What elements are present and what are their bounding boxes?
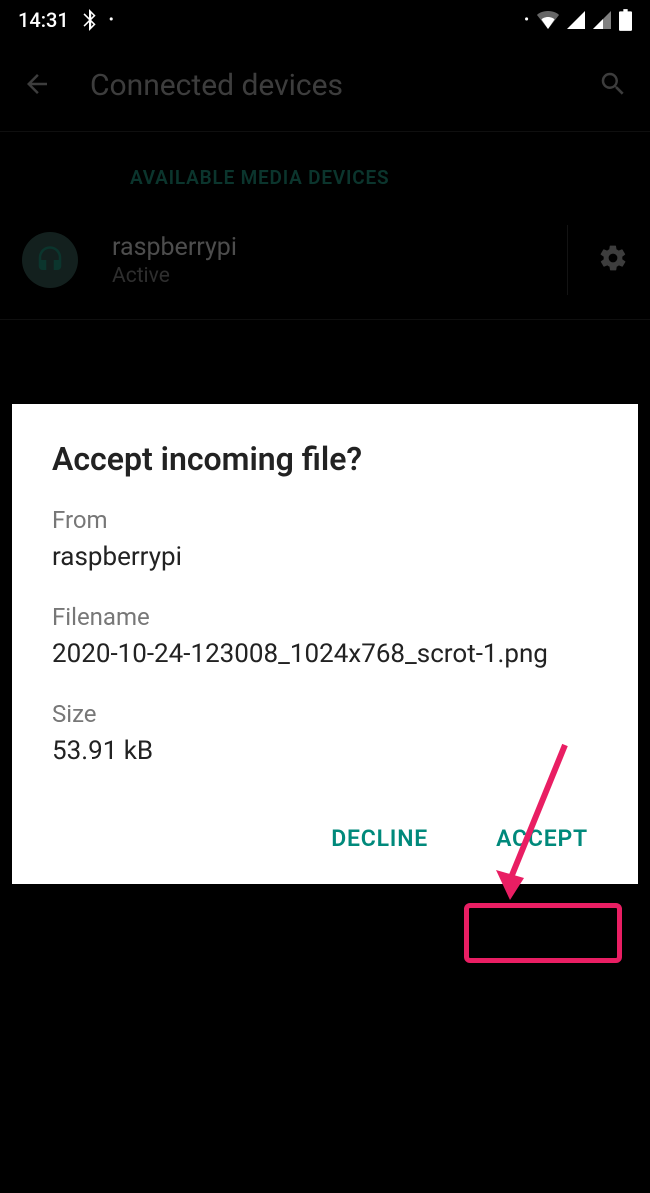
from-label: From <box>52 506 598 534</box>
annotation-highlight <box>464 903 622 963</box>
status-time: 14:31 <box>18 8 69 32</box>
divider <box>0 319 650 320</box>
bluetooth-icon <box>81 9 97 31</box>
size-label: Size <box>52 700 598 728</box>
accept-button[interactable]: ACCEPT <box>474 811 610 866</box>
size-value: 53.91 kB <box>52 734 598 769</box>
filename-label: Filename <box>52 603 598 631</box>
device-status: Active <box>112 264 537 288</box>
separator <box>567 225 568 295</box>
back-arrow-icon[interactable] <box>22 69 52 103</box>
page-title: Connected devices <box>90 68 598 103</box>
decline-button[interactable]: DECLINE <box>309 811 450 866</box>
incoming-file-dialog: Accept incoming file? From raspberrypi F… <box>12 404 638 884</box>
device-name: raspberrypi <box>112 233 537 262</box>
headset-icon <box>22 232 78 288</box>
dialog-title: Accept incoming file? <box>12 440 638 506</box>
device-row[interactable]: raspberrypi Active <box>0 209 650 319</box>
status-bar: 14:31 • • <box>0 0 650 40</box>
gear-icon[interactable] <box>598 243 628 277</box>
section-header: AVAILABLE MEDIA DEVICES <box>0 132 650 209</box>
dot-icon: • <box>524 12 529 28</box>
filename-value: 2020-10-24-123008_1024x768_scrot-1.png <box>52 637 598 672</box>
signal-icon <box>567 11 585 29</box>
battery-icon <box>619 9 632 31</box>
from-value: raspberrypi <box>52 540 598 575</box>
signal-icon-2 <box>593 11 611 29</box>
search-icon[interactable] <box>598 69 628 103</box>
wifi-icon <box>537 11 559 29</box>
app-header: Connected devices <box>0 40 650 131</box>
dot-icon: • <box>109 12 114 28</box>
